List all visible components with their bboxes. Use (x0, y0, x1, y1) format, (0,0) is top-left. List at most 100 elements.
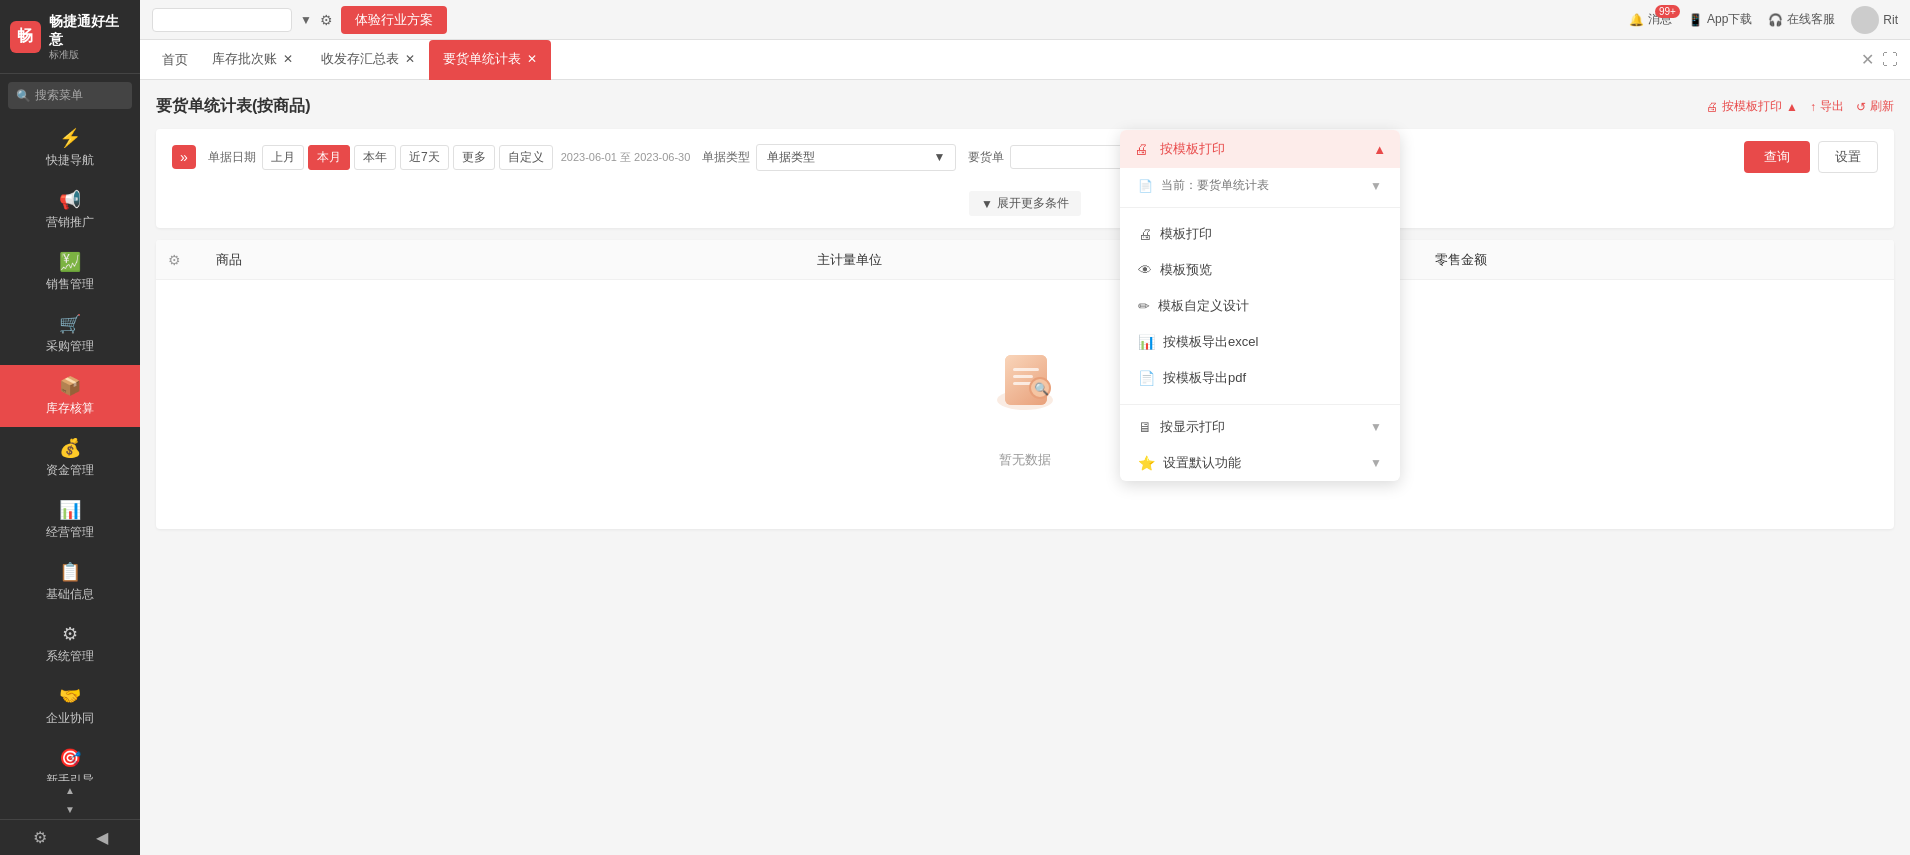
dropdown-header[interactable]: 🖨 按模板打印 ▲ (1120, 130, 1400, 168)
date-buttons: 上月 本月 本年 近7天 更多 自定义 2023-06-01 至 2023-06… (262, 145, 690, 170)
set-default-item[interactable]: ⭐ 设置默认功能 ▼ (1120, 445, 1400, 481)
date-range-text: 2023-06-01 至 2023-06-30 (561, 150, 691, 165)
sidebar-scroll-down[interactable]: ▼ (0, 800, 140, 819)
dropdown-collapse-icon[interactable]: ▲ (1373, 142, 1386, 157)
topbar-dropdown-btn[interactable]: ▼ (300, 13, 312, 27)
current-template-label: 当前：要货单统计表 (1161, 177, 1269, 194)
sidebar-item-label: 采购管理 (46, 338, 94, 355)
system-icon: ⚙ (62, 623, 78, 645)
sidebar-scroll-up[interactable]: ▲ (0, 781, 140, 800)
date-btn-lastmonth[interactable]: 上月 (262, 145, 304, 170)
trial-btn[interactable]: 体验行业方案 (341, 6, 447, 34)
filter-ordertype-group: 单据类型 单据类型 ▼ (702, 144, 956, 171)
sidebar-logo: 畅 畅捷通好生意 标准版 (0, 0, 140, 74)
date-label: 单据日期 (208, 149, 256, 166)
content-area: 要货单统计表(按商品) 🖨 按模板打印 ▲ ↑ 导出 ↺ 刷新 (140, 80, 1910, 855)
app-download-item[interactable]: 📱 App下载 (1688, 11, 1752, 28)
messages-badge: 99+ (1655, 5, 1680, 18)
refresh-btn[interactable]: ↺ 刷新 (1856, 98, 1894, 115)
sidebar-item-purchase[interactable]: 🛒 采购管理 (0, 303, 140, 365)
tab-order-stats[interactable]: 要货单统计表 ✕ (429, 40, 551, 80)
set-default-label: 设置默认功能 (1163, 454, 1241, 472)
filter-area: » 单据日期 上月 本月 本年 近7天 更多 自定义 2023-06-01 至 … (156, 129, 1894, 228)
template-design-item[interactable]: ✏ 模板自定义设计 (1120, 288, 1400, 324)
tabbar-close-btn[interactable]: ✕ (1861, 50, 1874, 69)
main-area: ▼ ⚙ 体验行业方案 🔔 消息 99+ 📱 App下载 🎧 在线客服 Rit (140, 0, 1910, 855)
refresh-icon: ↺ (1856, 100, 1866, 114)
template-print-item[interactable]: 🖨 模板打印 (1120, 216, 1400, 252)
sidebar-item-inventory[interactable]: 📦 库存核算 (0, 365, 140, 427)
guide-icon: 🎯 (59, 747, 81, 769)
topbar: ▼ ⚙ 体验行业方案 🔔 消息 99+ 📱 App下载 🎧 在线客服 Rit (140, 0, 1910, 40)
sidebar-item-quicknav[interactable]: ⚡ 快捷导航 (0, 117, 140, 179)
goods-label: 要货单 (968, 149, 1004, 166)
sidebar-item-label: 营销推广 (46, 214, 94, 231)
topbar-gear-icon[interactable]: ⚙ (320, 12, 333, 28)
filter-expand-btn[interactable]: » (172, 145, 196, 169)
empty-icon: 🔍 (985, 340, 1065, 439)
export-btn[interactable]: ↑ 导出 (1810, 98, 1844, 115)
topbar-search-input[interactable] (152, 8, 292, 32)
sidebar-item-guide[interactable]: 🎯 新手引导 (0, 737, 140, 781)
tab-close-order-stats[interactable]: ✕ (527, 52, 537, 66)
date-btn-custom[interactable]: 自定义 (499, 145, 553, 170)
order-type-select[interactable]: 单据类型 ▼ (756, 144, 956, 171)
date-btn-thisyear[interactable]: 本年 (354, 145, 396, 170)
display-print-icon: 🖥 (1138, 419, 1152, 435)
order-type-placeholder: 单据类型 (767, 149, 815, 166)
tab-close-stock-summary[interactable]: ✕ (405, 52, 415, 66)
template-pdf-label: 按模板导出pdf (1163, 369, 1246, 387)
printer-icon: 🖨 (1134, 141, 1148, 157)
current-template-item[interactable]: 📄 当前：要货单统计表 ▼ (1120, 168, 1400, 203)
tabbar-expand-btn[interactable]: ⛶ (1882, 51, 1898, 69)
design-icon: ✏ (1138, 298, 1150, 314)
pdf-icon: 📄 (1138, 370, 1155, 386)
bell-icon: 🔔 (1629, 13, 1644, 27)
user-avatar-item[interactable]: Rit (1851, 6, 1898, 34)
display-print-arrow: ▼ (1370, 420, 1382, 434)
date-btn-thismonth[interactable]: 本月 (308, 145, 350, 170)
inventory-icon: 📦 (59, 375, 81, 397)
logo-main-text: 畅捷通好生意 (49, 12, 130, 48)
page-header: 要货单统计表(按商品) 🖨 按模板打印 ▲ ↑ 导出 ↺ 刷新 (156, 96, 1894, 117)
date-btn-7days[interactable]: 近7天 (400, 145, 449, 170)
logo-sub-text: 标准版 (49, 48, 130, 61)
template-preview-item[interactable]: 👁 模板预览 (1120, 252, 1400, 288)
sidebar-collapse-btn[interactable]: ◀ (96, 828, 108, 847)
settings-btn[interactable]: 设置 (1818, 141, 1878, 173)
sidebar-item-marketing[interactable]: 📢 营销推广 (0, 179, 140, 241)
collab-icon: 🤝 (59, 685, 81, 707)
tab-inventory-batch[interactable]: 库存批次账 ✕ (198, 40, 307, 80)
display-print-item[interactable]: 🖥 按显示打印 ▼ (1120, 409, 1400, 445)
tab-home[interactable]: 首页 (152, 40, 198, 80)
th-amount: 零售金额 (1427, 251, 1882, 269)
tabbar-right: ✕ ⛶ (1861, 50, 1898, 69)
sidebar-item-label: 经营管理 (46, 524, 94, 541)
sidebar-item-system[interactable]: ⚙ 系统管理 (0, 613, 140, 675)
table-settings-icon[interactable]: ⚙ (168, 252, 181, 268)
page-title: 要货单统计表(按商品) (156, 96, 311, 117)
sidebar-item-collab[interactable]: 🤝 企业协同 (0, 675, 140, 737)
dropdown-divider-1 (1120, 207, 1400, 208)
sidebar-search[interactable]: 🔍 搜索菜单 (8, 82, 132, 109)
chevron-up-icon: ▲ (1786, 100, 1798, 114)
date-btn-more[interactable]: 更多 (453, 145, 495, 170)
messages-item[interactable]: 🔔 消息 99+ (1629, 11, 1672, 28)
tab-stock-summary[interactable]: 收发存汇总表 ✕ (307, 40, 429, 80)
dropdown-arrow-icon: ▼ (933, 150, 945, 164)
expand-more-btn[interactable]: ▼ 展开更多条件 (969, 191, 1081, 216)
sidebar-item-operations[interactable]: 📊 经营管理 (0, 489, 140, 551)
sidebar-item-basicinfo[interactable]: 📋 基础信息 (0, 551, 140, 613)
sidebar-item-sales[interactable]: 💹 销售管理 (0, 241, 140, 303)
app-download-label: App下载 (1707, 11, 1752, 28)
online-service-item[interactable]: 🎧 在线客服 (1768, 11, 1835, 28)
sidebar-settings-btn[interactable]: ⚙ (33, 828, 47, 847)
template-excel-item[interactable]: 📊 按模板导出excel (1120, 324, 1400, 360)
template-pdf-item[interactable]: 📄 按模板导出pdf (1120, 360, 1400, 396)
sidebar-item-label: 资金管理 (46, 462, 94, 479)
tab-close-inventory-batch[interactable]: ✕ (283, 52, 293, 66)
set-default-icon: ⭐ (1138, 455, 1155, 471)
sidebar-item-finance[interactable]: 💰 资金管理 (0, 427, 140, 489)
query-btn[interactable]: 查询 (1744, 141, 1810, 173)
print-btn[interactable]: 🖨 按模板打印 ▲ (1706, 98, 1798, 115)
